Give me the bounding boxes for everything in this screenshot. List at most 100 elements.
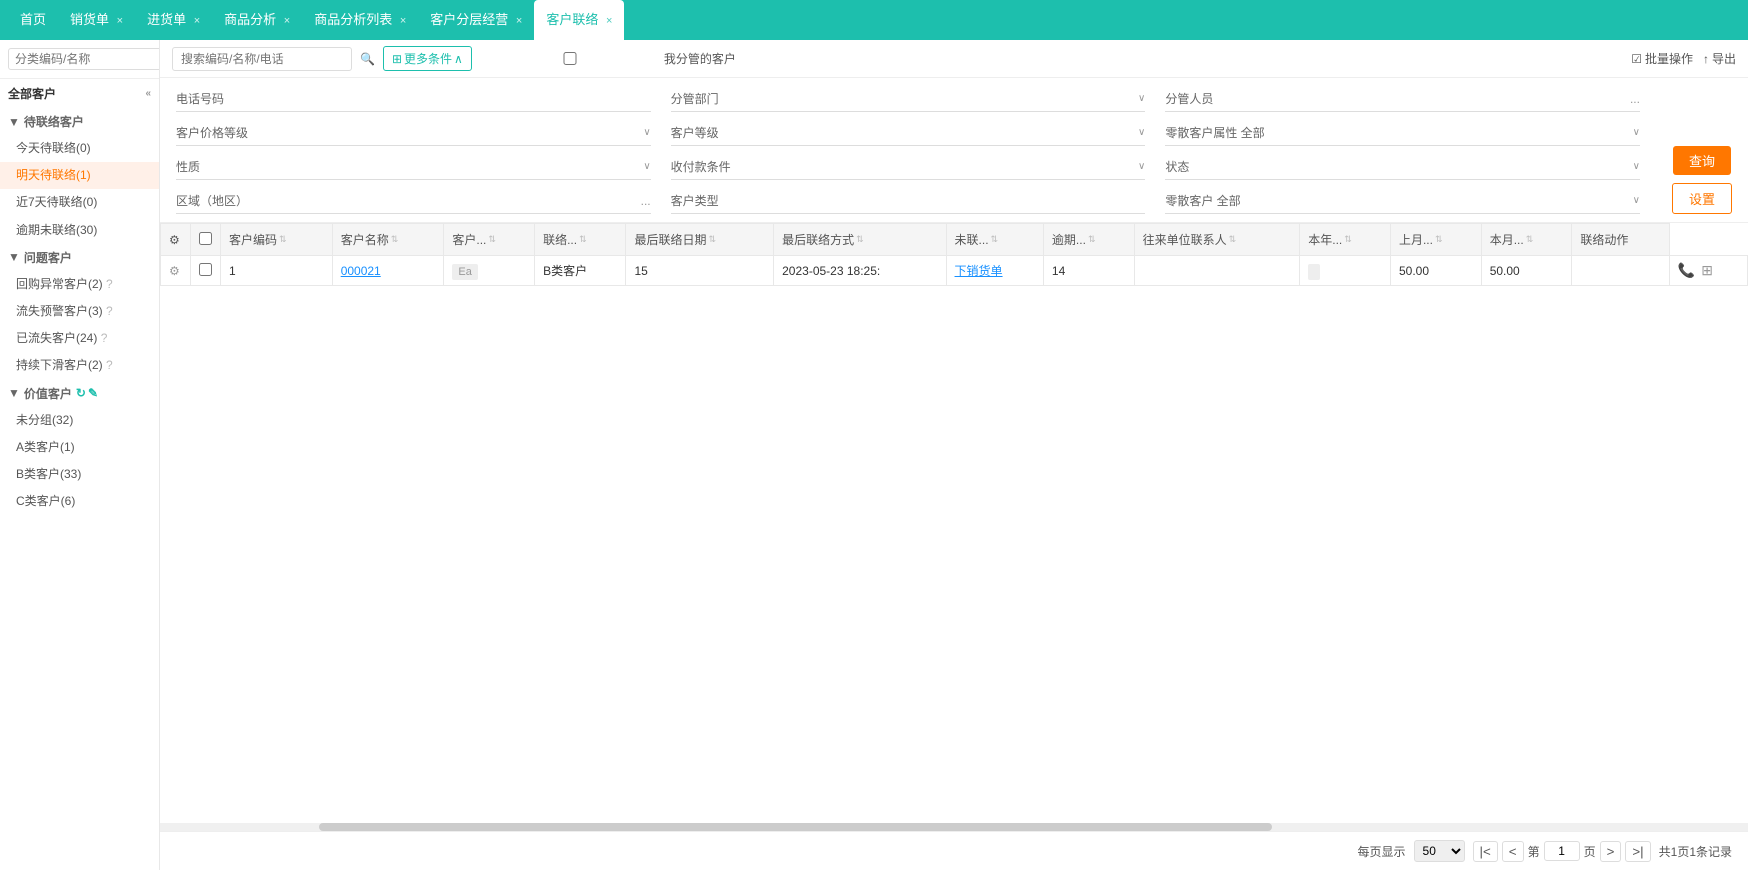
- sidebar-item-class-c[interactable]: C类客户(6): [0, 488, 159, 515]
- horizontal-scrollbar[interactable]: [160, 823, 1748, 831]
- chevron-down-icon[interactable]: ∨: [643, 127, 650, 138]
- grid-icon[interactable]: ⊞: [1701, 262, 1713, 279]
- th-uncontacted[interactable]: 未联... ⇅: [946, 224, 1043, 256]
- sort-icon[interactable]: ⇅: [1229, 234, 1237, 245]
- th-last-month[interactable]: 上月... ⇅: [1390, 224, 1481, 256]
- th-action: 联络动作: [1572, 224, 1669, 256]
- page-size-select[interactable]: 50 10 20 100: [1414, 840, 1465, 862]
- my-customer-checkbox-label[interactable]: 我分管的客户: [480, 50, 736, 67]
- sidebar-item-declining[interactable]: 持续下滑客户(2) ?: [0, 352, 159, 379]
- sort-icon[interactable]: ⇅: [856, 234, 864, 245]
- collapse-icon[interactable]: «: [145, 88, 151, 99]
- sidebar-item-repurchase[interactable]: 回购异常客户(2) ?: [0, 271, 159, 298]
- phone-icon[interactable]: 📞: [1678, 262, 1695, 279]
- chevron-down-icon[interactable]: ∨: [1633, 127, 1640, 138]
- th-overdue[interactable]: 逾期... ⇅: [1043, 224, 1134, 256]
- more-filter-button[interactable]: ⊞ 更多条件 ∧: [383, 46, 472, 71]
- chevron-down-icon[interactable]: ∨: [1138, 127, 1145, 138]
- nav-purchase[interactable]: 进货单 ×: [135, 0, 212, 40]
- last-method-link[interactable]: 下销货单: [955, 264, 1003, 278]
- sidebar-item-class-b[interactable]: B类客户(33): [0, 461, 159, 488]
- prev-page-button[interactable]: <: [1502, 841, 1524, 862]
- ellipsis-icon[interactable]: ...: [641, 194, 651, 208]
- nav-customer-tier[interactable]: 客户分层经营 ×: [418, 0, 534, 40]
- sort-icon[interactable]: ⇅: [1526, 234, 1534, 245]
- close-icon[interactable]: ×: [117, 15, 123, 27]
- th-contacts[interactable]: 联络... ⇅: [535, 224, 626, 256]
- th-this-month[interactable]: 本月... ⇅: [1481, 224, 1572, 256]
- sidebar-item-churn-warning[interactable]: 流失预警客户(3) ?: [0, 298, 159, 325]
- sort-icon[interactable]: ⇅: [488, 234, 496, 245]
- close-icon[interactable]: ×: [194, 15, 200, 27]
- export-button[interactable]: ↑ 导出: [1703, 50, 1736, 67]
- sidebar-item-tomorrow[interactable]: 明天待联络(1): [0, 162, 159, 189]
- export-label: 导出: [1712, 50, 1736, 67]
- sort-icon[interactable]: ⇅: [391, 234, 399, 245]
- set-button[interactable]: 设置: [1672, 183, 1732, 214]
- last-page-button[interactable]: >|: [1625, 841, 1650, 862]
- sort-icon[interactable]: ⇅: [579, 234, 587, 245]
- first-page-button[interactable]: |<: [1473, 841, 1498, 862]
- th-type[interactable]: 客户... ⇅: [444, 224, 535, 256]
- batch-operation-button[interactable]: ☑ 批量操作: [1631, 50, 1693, 67]
- row-checkbox[interactable]: [199, 263, 212, 276]
- payment-label: 收付款条件: [671, 158, 741, 175]
- th-code[interactable]: 客户编码 ⇅: [221, 224, 333, 256]
- filter-row-1: 电话号码 分管部门 ∨ 分管人员 ...: [176, 86, 1660, 112]
- row-gear-icon[interactable]: ⚙: [169, 264, 180, 278]
- chevron-down-icon[interactable]: ∨: [1138, 161, 1145, 172]
- sort-icon[interactable]: ⇅: [279, 234, 287, 245]
- th-this-year[interactable]: 本年... ⇅: [1300, 224, 1391, 256]
- page-number-input[interactable]: [1544, 841, 1580, 861]
- ellipsis-icon[interactable]: ...: [1630, 92, 1640, 106]
- cell-code[interactable]: 000021: [332, 256, 444, 286]
- my-customer-checkbox[interactable]: [480, 52, 660, 65]
- sidebar-item-ungrouped[interactable]: 未分组(32): [0, 407, 159, 434]
- value-refresh-icon[interactable]: ↻: [76, 386, 86, 400]
- chevron-down-icon[interactable]: ∨: [1138, 93, 1145, 104]
- th-name[interactable]: 客户名称 ⇅: [332, 224, 444, 256]
- close-icon[interactable]: ×: [606, 15, 612, 27]
- nav-sales[interactable]: 销货单 ×: [58, 0, 135, 40]
- th-last-method[interactable]: 最后联络方式 ⇅: [774, 224, 946, 256]
- nav-customer-contact[interactable]: 客户联络 ×: [534, 0, 624, 40]
- nav-product-analysis-list[interactable]: 商品分析列表 ×: [302, 0, 418, 40]
- cell-name[interactable]: Ea: [444, 256, 535, 286]
- sort-icon[interactable]: ⇅: [1435, 234, 1443, 245]
- chevron-down-icon[interactable]: ∨: [643, 161, 650, 172]
- sidebar-item-7days[interactable]: 近7天待联络(0): [0, 189, 159, 216]
- cell-last-method[interactable]: 下销货单: [946, 256, 1043, 286]
- sidebar-item-class-a[interactable]: A类客户(1): [0, 434, 159, 461]
- query-button[interactable]: 查询: [1673, 146, 1731, 175]
- th-last-date[interactable]: 最后联络日期 ⇅: [626, 224, 774, 256]
- value-edit-icon[interactable]: ✎: [88, 386, 98, 400]
- customer-code-link[interactable]: 000021: [341, 264, 381, 278]
- sidebar-item-overdue[interactable]: 逾期未联络(30): [0, 217, 159, 244]
- nav-product-analysis[interactable]: 商品分析 ×: [212, 0, 302, 40]
- sidebar-search-input[interactable]: [8, 48, 160, 70]
- th-gear[interactable]: ⚙: [161, 224, 191, 256]
- sort-icon[interactable]: ⇅: [991, 234, 999, 245]
- th-checkbox[interactable]: [191, 224, 221, 256]
- chevron-down-icon[interactable]: ∨: [1633, 195, 1640, 206]
- cell-checkbox[interactable]: [191, 256, 221, 286]
- sidebar-item-churned[interactable]: 已流失客户(24) ?: [0, 325, 159, 352]
- sidebar-item-today[interactable]: 今天待联络(0): [0, 135, 159, 162]
- nav-home[interactable]: 首页: [8, 0, 58, 40]
- select-all-checkbox[interactable]: [199, 232, 212, 245]
- th-contact[interactable]: 往来单位联系人 ⇅: [1134, 224, 1300, 256]
- search-button[interactable]: 🔍: [360, 52, 375, 66]
- next-page-button[interactable]: >: [1600, 841, 1622, 862]
- search-input[interactable]: [172, 47, 352, 71]
- sort-icon[interactable]: ⇅: [709, 234, 717, 245]
- cell-gear[interactable]: ⚙: [161, 256, 191, 286]
- sidebar-all-customers[interactable]: 全部客户 «: [0, 79, 159, 108]
- close-icon[interactable]: ×: [400, 15, 406, 27]
- close-icon[interactable]: ×: [284, 15, 290, 27]
- gear-icon[interactable]: ⚙: [169, 233, 180, 247]
- sort-icon[interactable]: ⇅: [1088, 234, 1096, 245]
- close-icon[interactable]: ×: [516, 15, 522, 27]
- chevron-down-icon[interactable]: ∨: [1633, 161, 1640, 172]
- th-this-month-label: 本月...: [1490, 231, 1524, 248]
- sort-icon[interactable]: ⇅: [1344, 234, 1352, 245]
